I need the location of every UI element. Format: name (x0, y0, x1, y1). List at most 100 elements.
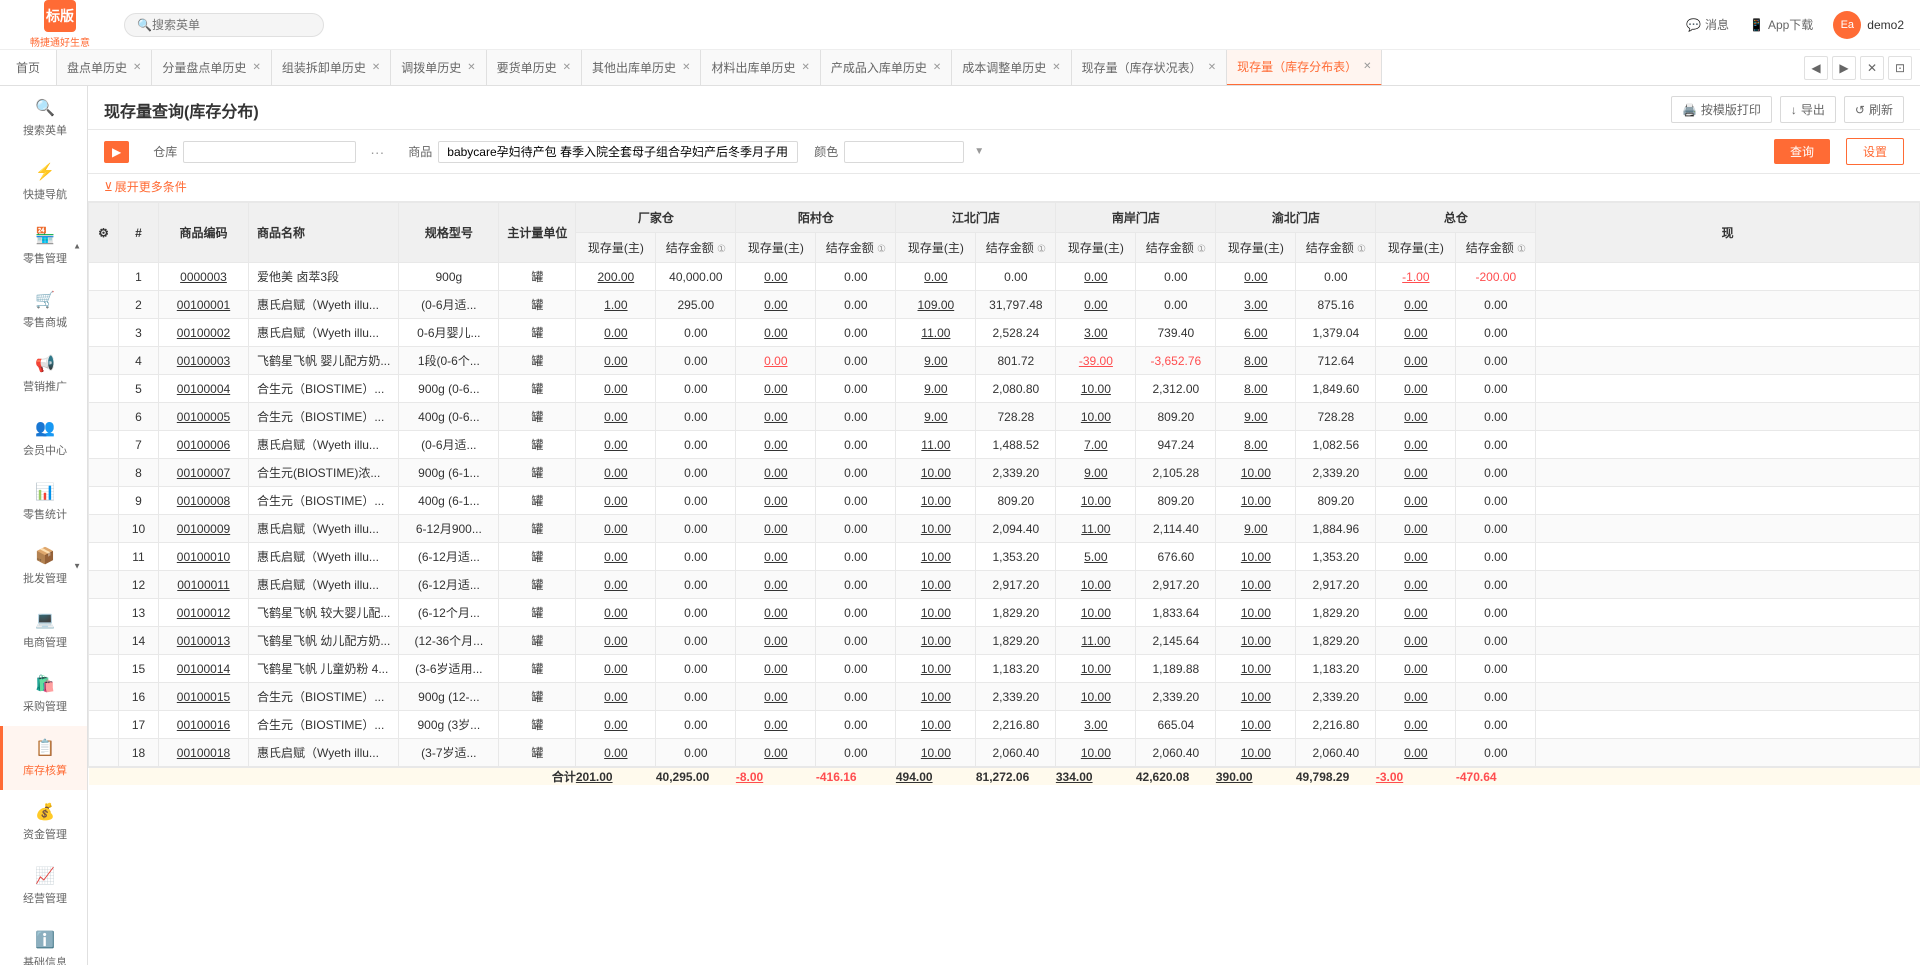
tab-close-icon[interactable]: ✕ (133, 50, 141, 86)
cell-mc-qty[interactable]: 0.00 (736, 459, 816, 487)
cell-fac-qty[interactable]: 200.00 (576, 263, 656, 291)
cell-na-qty[interactable]: 10.00 (1056, 599, 1136, 627)
cell-fac-qty[interactable]: 0.00 (576, 515, 656, 543)
cell-code[interactable]: 00100014 (159, 655, 249, 683)
cell-code[interactable]: 00100004 (159, 375, 249, 403)
sidebar-item-finance[interactable]: 💰 资金管理 (0, 790, 87, 854)
cell-code[interactable]: 00100001 (159, 291, 249, 319)
cell-total-qty[interactable]: 0.00 (1376, 487, 1456, 515)
cell-mc-qty[interactable]: 0.00 (736, 515, 816, 543)
warehouse-dots-btn[interactable]: ··· (362, 144, 392, 160)
cell-fac-qty[interactable]: 0.00 (576, 403, 656, 431)
cell-jb-qty[interactable]: 10.00 (896, 487, 976, 515)
cell-yb-qty[interactable]: 10.00 (1216, 459, 1296, 487)
cell-total-qty[interactable]: 0.00 (1376, 571, 1456, 599)
warehouse-input[interactable] (183, 141, 356, 163)
cell-code[interactable]: 00100016 (159, 711, 249, 739)
cell-total-qty[interactable]: 0.00 (1376, 739, 1456, 768)
cell-code[interactable]: 00100010 (159, 543, 249, 571)
goods-input[interactable] (438, 141, 798, 163)
summary-total-qty[interactable]: -3.00 (1376, 767, 1456, 785)
sidebar-item-search[interactable]: 🔍 搜索英单 (0, 86, 87, 150)
cell-na-qty[interactable]: 0.00 (1056, 263, 1136, 291)
cell-yb-qty[interactable]: 10.00 (1216, 711, 1296, 739)
cell-fac-qty[interactable]: 0.00 (576, 319, 656, 347)
cell-code[interactable]: 00100006 (159, 431, 249, 459)
cell-code[interactable]: 00100013 (159, 627, 249, 655)
cell-jb-qty[interactable]: 10.00 (896, 515, 976, 543)
cell-yb-qty[interactable]: 10.00 (1216, 683, 1296, 711)
search-input[interactable] (152, 18, 302, 32)
cell-yb-qty[interactable]: 8.00 (1216, 375, 1296, 403)
cell-jb-qty[interactable]: 10.00 (896, 599, 976, 627)
summary-mc-qty[interactable]: -8.00 (736, 767, 816, 785)
tab-menu-btn[interactable]: ⊡ (1888, 56, 1912, 80)
cell-mc-qty[interactable]: 0.00 (736, 375, 816, 403)
cell-yb-qty[interactable]: 10.00 (1216, 571, 1296, 599)
refresh-btn[interactable]: ↺ 刷新 (1844, 96, 1904, 123)
cell-fac-qty[interactable]: 0.00 (576, 375, 656, 403)
summary-yb-qty[interactable]: 390.00 (1216, 767, 1296, 785)
cell-total-qty[interactable]: 0.00 (1376, 375, 1456, 403)
cell-jb-qty[interactable]: 10.00 (896, 571, 976, 599)
search-wrap[interactable]: 🔍 (124, 13, 324, 37)
cell-na-qty[interactable]: 10.00 (1056, 739, 1136, 768)
tab-material-out[interactable]: 材料出库单历史 ✕ (701, 50, 820, 86)
sidebar-item-purchase[interactable]: 🛍️ 采购管理 (0, 662, 87, 726)
summary-jb-qty[interactable]: 494.00 (896, 767, 976, 785)
tab-close-icon[interactable]: ✕ (682, 50, 690, 86)
cell-mc-qty[interactable]: 0.00 (736, 655, 816, 683)
cell-code[interactable]: 00100012 (159, 599, 249, 627)
tab-home[interactable]: 首页 (0, 50, 57, 86)
tab-close-icon[interactable]: ✕ (467, 50, 475, 86)
cell-jb-qty[interactable]: 10.00 (896, 459, 976, 487)
cell-code[interactable]: 00100018 (159, 739, 249, 768)
sidebar-item-ecommerce[interactable]: 💻 电商管理 (0, 598, 87, 662)
tab-next-btn[interactable]: ▶ (1832, 56, 1856, 80)
tab-stock-status[interactable]: 现存量（库存状况表） ✕ (1072, 50, 1227, 86)
cell-fac-qty[interactable]: 0.00 (576, 543, 656, 571)
export-btn[interactable]: ↓ 导出 (1780, 96, 1836, 123)
cell-fac-qty[interactable]: 0.00 (576, 655, 656, 683)
cell-jb-qty[interactable]: 10.00 (896, 655, 976, 683)
cell-jb-qty[interactable]: 10.00 (896, 627, 976, 655)
cell-fac-qty[interactable]: 0.00 (576, 487, 656, 515)
cell-code[interactable]: 00100002 (159, 319, 249, 347)
cell-na-qty[interactable]: 3.00 (1056, 711, 1136, 739)
tab-close-all-btn[interactable]: ✕ (1860, 56, 1884, 80)
cell-fac-qty[interactable]: 1.00 (576, 291, 656, 319)
app-download-btn[interactable]: 📱 App下载 (1749, 16, 1813, 33)
tab-disk-branch[interactable]: 分量盘点单历史 ✕ (152, 50, 271, 86)
cell-jb-qty[interactable]: 10.00 (896, 739, 976, 768)
tab-close-icon[interactable]: ✕ (372, 50, 380, 86)
cell-total-qty[interactable]: 0.00 (1376, 711, 1456, 739)
cell-fac-qty[interactable]: 0.00 (576, 683, 656, 711)
cell-total-qty[interactable]: 0.00 (1376, 291, 1456, 319)
tab-assembly[interactable]: 组装拆卸单历史 ✕ (272, 50, 391, 86)
cell-na-qty[interactable]: 10.00 (1056, 571, 1136, 599)
cell-na-qty[interactable]: 10.00 (1056, 403, 1136, 431)
cell-fac-qty[interactable]: 0.00 (576, 459, 656, 487)
cell-total-qty[interactable]: 0.00 (1376, 627, 1456, 655)
cell-jb-qty[interactable]: 109.00 (896, 291, 976, 319)
cell-code[interactable]: 00100011 (159, 571, 249, 599)
cell-mc-qty[interactable]: 0.00 (736, 683, 816, 711)
cell-jb-qty[interactable]: 0.00 (896, 263, 976, 291)
tab-cost-adjust[interactable]: 成本调整单历史 ✕ (952, 50, 1071, 86)
cell-jb-qty[interactable]: 10.00 (896, 543, 976, 571)
summary-fac-qty[interactable]: 201.00 (576, 767, 656, 785)
cell-fac-qty[interactable]: 0.00 (576, 711, 656, 739)
print-btn[interactable]: 🖨️ 按模版打印 (1671, 96, 1772, 123)
cell-mc-qty[interactable]: 0.00 (736, 319, 816, 347)
cell-mc-qty[interactable]: 0.00 (736, 291, 816, 319)
cell-total-qty[interactable]: 0.00 (1376, 599, 1456, 627)
cell-na-qty[interactable]: 3.00 (1056, 319, 1136, 347)
color-input[interactable] (844, 141, 964, 163)
sidebar-item-retail-store[interactable]: 🛒 零售商城 (0, 278, 87, 342)
search-btn[interactable]: 查询 (1774, 139, 1830, 164)
cell-total-qty[interactable]: 0.00 (1376, 431, 1456, 459)
expand-btn[interactable]: ⊻ 展开更多条件 (104, 178, 1904, 195)
cell-mc-qty[interactable]: 0.00 (736, 711, 816, 739)
tab-disk-single[interactable]: 盘点单历史 ✕ (57, 50, 152, 86)
tab-close-icon[interactable]: ✕ (933, 50, 941, 86)
